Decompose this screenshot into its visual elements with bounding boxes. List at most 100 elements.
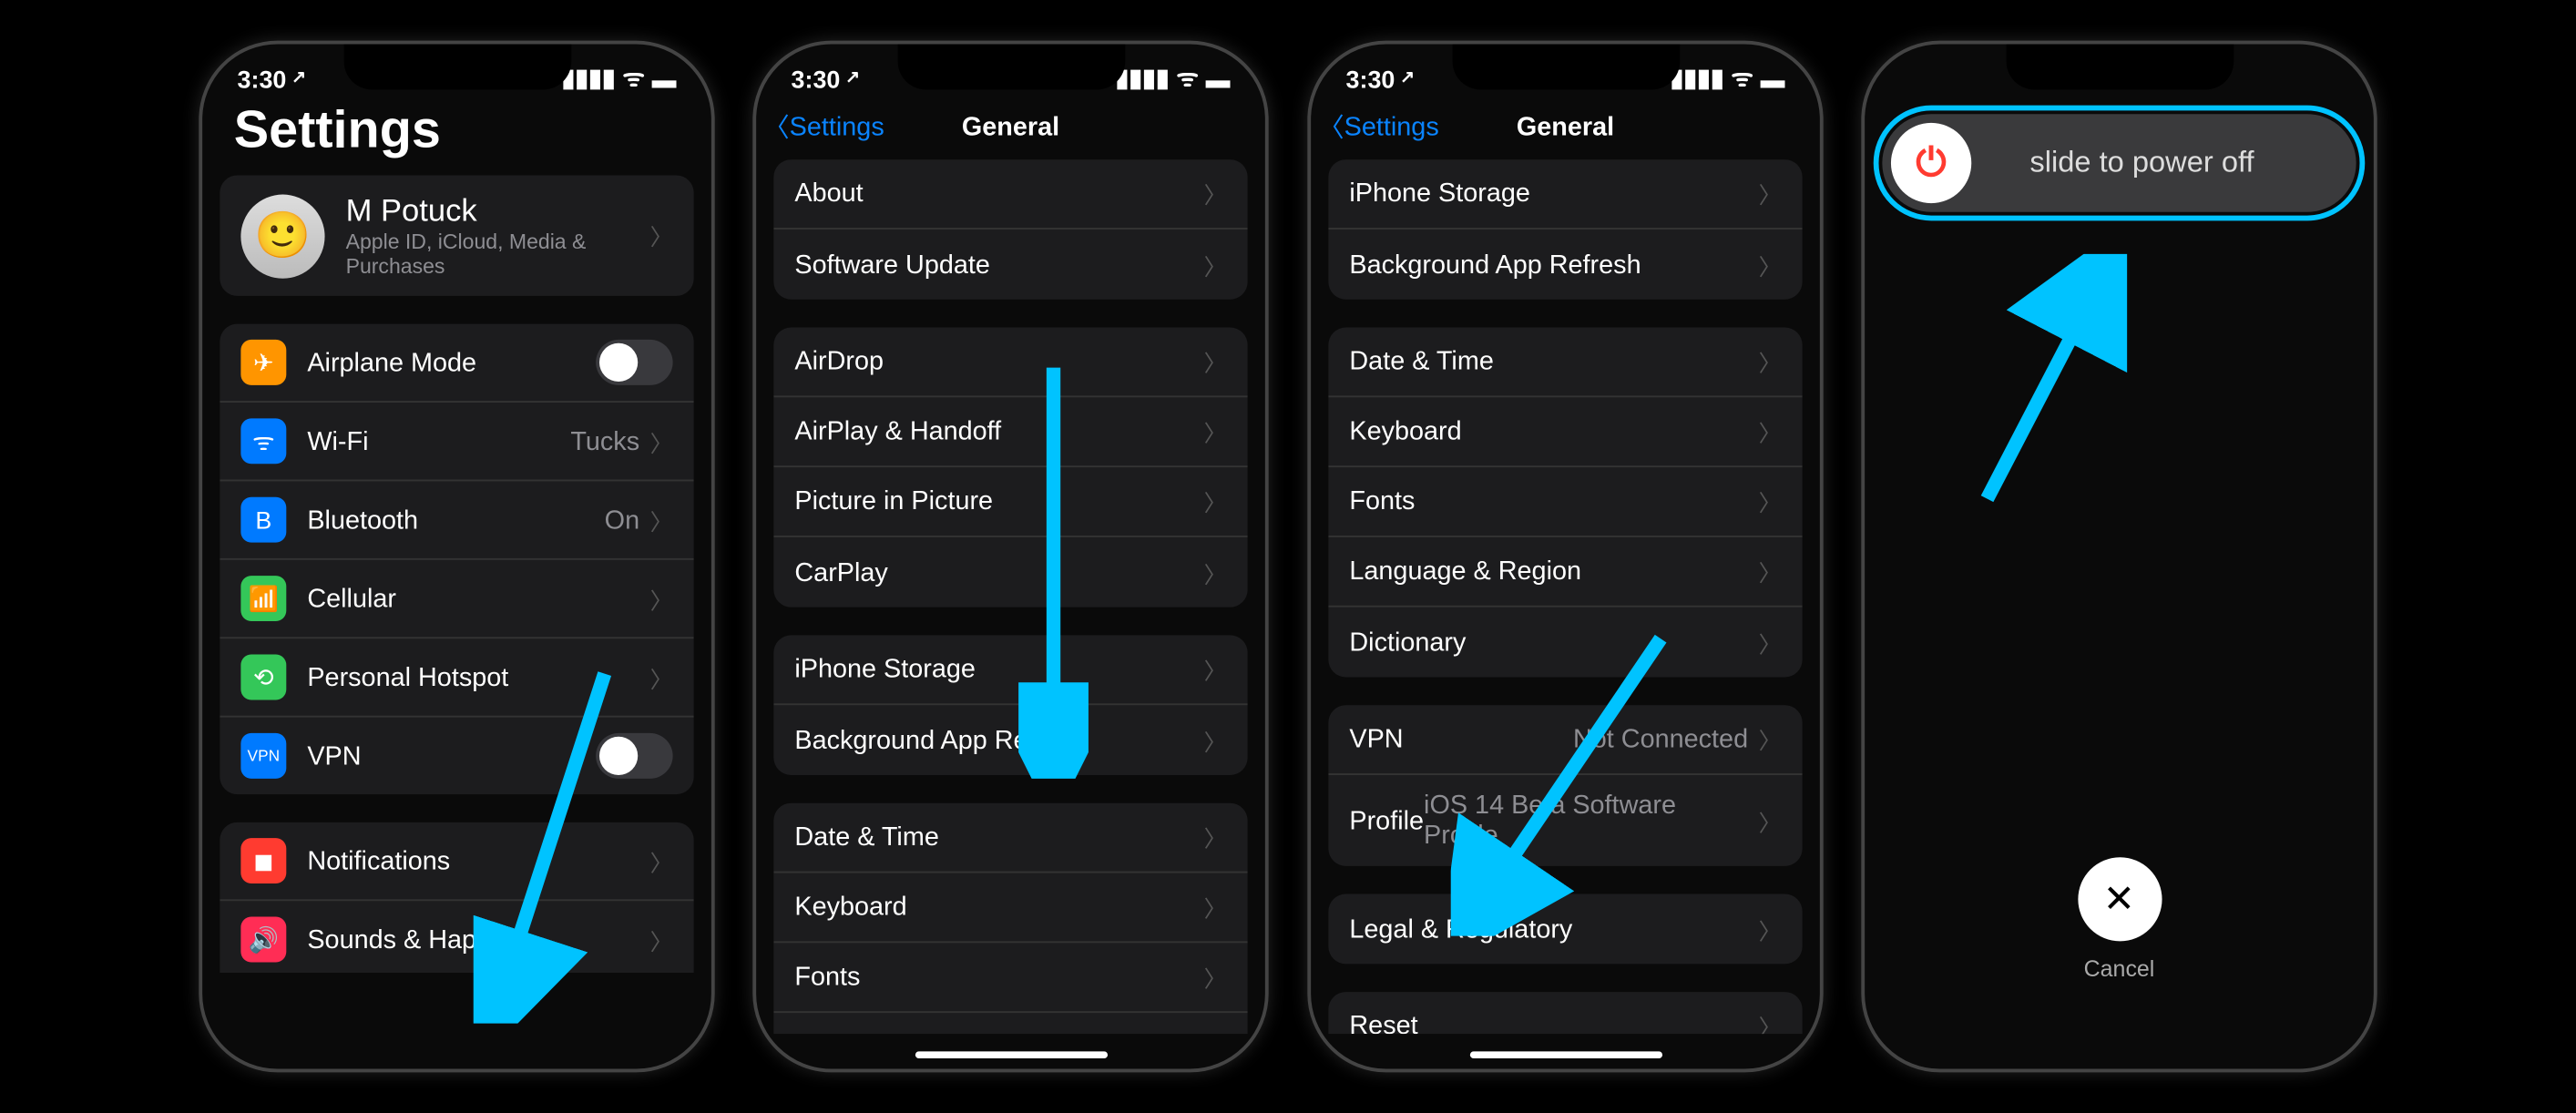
row-profile[interactable]: ProfileiOS 14 Beta Software Profile〉: [1328, 775, 1802, 866]
row-label: Legal & Regulatory: [1349, 914, 1758, 945]
row-background-app-refresh[interactable]: Background App Refresh〉: [774, 705, 1248, 775]
row-reset[interactable]: Reset〉: [1328, 992, 1802, 1034]
row-label: Keyboard: [795, 893, 1204, 923]
row-dictionary[interactable]: Dictionary〉: [1328, 608, 1802, 678]
notch: [897, 44, 1125, 89]
personal-hotspot-icon: ⟲: [240, 655, 286, 700]
chevron-icon: 〉: [1758, 555, 1781, 587]
settings-row-wi-fi[interactable]: ᯤWi-FiTucks〉: [220, 403, 693, 481]
chevron-icon: 〉: [649, 219, 672, 251]
row-label: Airplane Mode: [307, 348, 596, 378]
chevron-icon: 〉: [1204, 414, 1227, 447]
notch: [1451, 44, 1679, 89]
settings-row-vpn[interactable]: VPNVPN: [220, 718, 693, 794]
row-label: AirPlay & Handoff: [795, 416, 1204, 446]
row-keyboard[interactable]: Keyboard〉: [1328, 397, 1802, 467]
chevron-icon: 〉: [1758, 626, 1781, 659]
phone-general-bottom: 3:30 ↗ ▮▮▮▮ ᯤ ▬ 〈 Settings General iPhon…: [1307, 41, 1823, 1073]
back-button[interactable]: 〈 Settings: [763, 108, 884, 145]
row-label: VPN: [307, 741, 596, 771]
chevron-icon: 〉: [1758, 248, 1781, 281]
chevron-icon: 〉: [649, 660, 672, 693]
battery-icon: ▬: [1760, 65, 1784, 93]
row-detail: iOS 14 Beta Software Profile: [1424, 791, 1748, 850]
settings-row-bluetooth[interactable]: BBluetoothOn〉: [220, 481, 693, 559]
row-label: Bluetooth: [307, 505, 604, 535]
row-label: Date & Time: [795, 822, 1204, 853]
row-date-time[interactable]: Date & Time〉: [1328, 327, 1802, 397]
row-label: Wi-Fi: [307, 426, 570, 456]
notch: [342, 44, 570, 89]
chevron-icon: 〉: [649, 503, 672, 536]
cellular-icon: 📶: [240, 576, 286, 621]
row-label: Date & Time: [1349, 347, 1758, 377]
row-label: Background App Refresh: [795, 725, 1204, 755]
row-language-region[interactable]: Language & Region〉: [1328, 537, 1802, 608]
chevron-icon: 〉: [1204, 177, 1227, 209]
chevron-icon: 〉: [1758, 913, 1781, 945]
chevron-icon: 〉: [1204, 1030, 1227, 1034]
row-label: Background App Refresh: [1349, 250, 1758, 280]
row-language-region[interactable]: Language & Region〉: [774, 1013, 1248, 1034]
chevron-icon: 〉: [1758, 722, 1781, 755]
chevron-icon: 〉: [1204, 821, 1227, 853]
row-label: iPhone Storage: [795, 655, 1204, 685]
nav-title: General: [1517, 112, 1614, 142]
slider-label: slide to power off: [1972, 146, 2348, 180]
row-software-update[interactable]: Software Update〉: [774, 230, 1248, 300]
chevron-icon: 〉: [1758, 485, 1781, 517]
chevron-icon: 〉: [1204, 248, 1227, 281]
row-label: Notifications: [307, 846, 649, 876]
settings-row-personal-hotspot[interactable]: ⟲Personal Hotspot〉: [220, 638, 693, 717]
wifi-icon: ᯤ: [1731, 62, 1753, 95]
row-iphone-storage[interactable]: iPhone Storage〉: [774, 635, 1248, 705]
row-fonts[interactable]: Fonts〉: [1328, 467, 1802, 537]
row-label: Fonts: [1349, 486, 1758, 516]
row-label: Dictionary: [1349, 628, 1758, 658]
toggle-switch[interactable]: [596, 733, 672, 779]
battery-icon: ▬: [651, 65, 676, 93]
toggle-switch[interactable]: [596, 340, 672, 385]
settings-row-cellular[interactable]: 📶Cellular〉: [220, 560, 693, 638]
power-knob[interactable]: ⏻: [1891, 123, 1971, 203]
row-iphone-storage[interactable]: iPhone Storage〉: [1328, 159, 1802, 230]
chevron-icon: 〉: [649, 424, 672, 457]
chevron-icon: 〉: [1758, 345, 1781, 378]
chevron-icon: 〉: [1204, 485, 1227, 517]
row-detail: Not Connected: [1573, 724, 1748, 754]
settings-row-sounds-haptics[interactable]: 🔊Sounds & Haptics〉: [220, 901, 693, 973]
location-icon: ↗: [845, 68, 860, 87]
chevron-left-icon: 〈: [1318, 108, 1344, 145]
cancel-button[interactable]: ✕: [2078, 857, 2162, 941]
profile-name: M Potuck: [345, 193, 649, 230]
row-fonts[interactable]: Fonts〉: [774, 943, 1248, 1013]
power-off-slider[interactable]: ⏻ slide to power off: [1883, 114, 2356, 212]
chevron-icon: 〉: [649, 923, 672, 955]
row-about[interactable]: About〉: [774, 159, 1248, 230]
settings-row-notifications[interactable]: ◼Notifications〉: [220, 822, 693, 901]
row-vpn[interactable]: VPNNot Connected 〉: [1328, 705, 1802, 775]
chevron-icon: 〉: [1204, 723, 1227, 756]
row-carplay[interactable]: CarPlay〉: [774, 537, 1248, 608]
airplane-mode-icon: ✈: [240, 340, 286, 385]
row-airdrop[interactable]: AirDrop〉: [774, 327, 1248, 397]
back-button[interactable]: 〈 Settings: [1318, 108, 1439, 145]
row-label: Cellular: [307, 584, 649, 614]
row-keyboard[interactable]: Keyboard〉: [774, 873, 1248, 944]
status-time: 3:30: [237, 65, 286, 93]
row-date-time[interactable]: Date & Time〉: [774, 803, 1248, 873]
row-legal-regulatory[interactable]: Legal & Regulatory〉: [1328, 894, 1802, 965]
home-indicator[interactable]: [1469, 1051, 1661, 1058]
settings-row-airplane-mode[interactable]: ✈ Airplane Mode: [220, 324, 693, 403]
phone-settings-root: 3:30 ↗ ▮▮▮▮ ᯤ ▬ Settings 🙂 M Potuck Appl…: [199, 41, 714, 1073]
chevron-icon: 〉: [1758, 804, 1781, 837]
profile-sub: Apple ID, iCloud, Media & Purchases: [345, 230, 649, 279]
power-icon: ⏻: [1917, 140, 1947, 186]
row-picture-in-picture[interactable]: Picture in Picture〉: [774, 467, 1248, 537]
row-airplay-handoff[interactable]: AirPlay & Handoff〉: [774, 397, 1248, 467]
row-background-app-refresh[interactable]: Background App Refresh〉: [1328, 230, 1802, 300]
chevron-icon: 〉: [1204, 891, 1227, 924]
row-label: VPN: [1349, 724, 1573, 754]
profile-row[interactable]: 🙂 M Potuck Apple ID, iCloud, Media & Pur…: [220, 175, 693, 295]
home-indicator[interactable]: [915, 1051, 1107, 1058]
